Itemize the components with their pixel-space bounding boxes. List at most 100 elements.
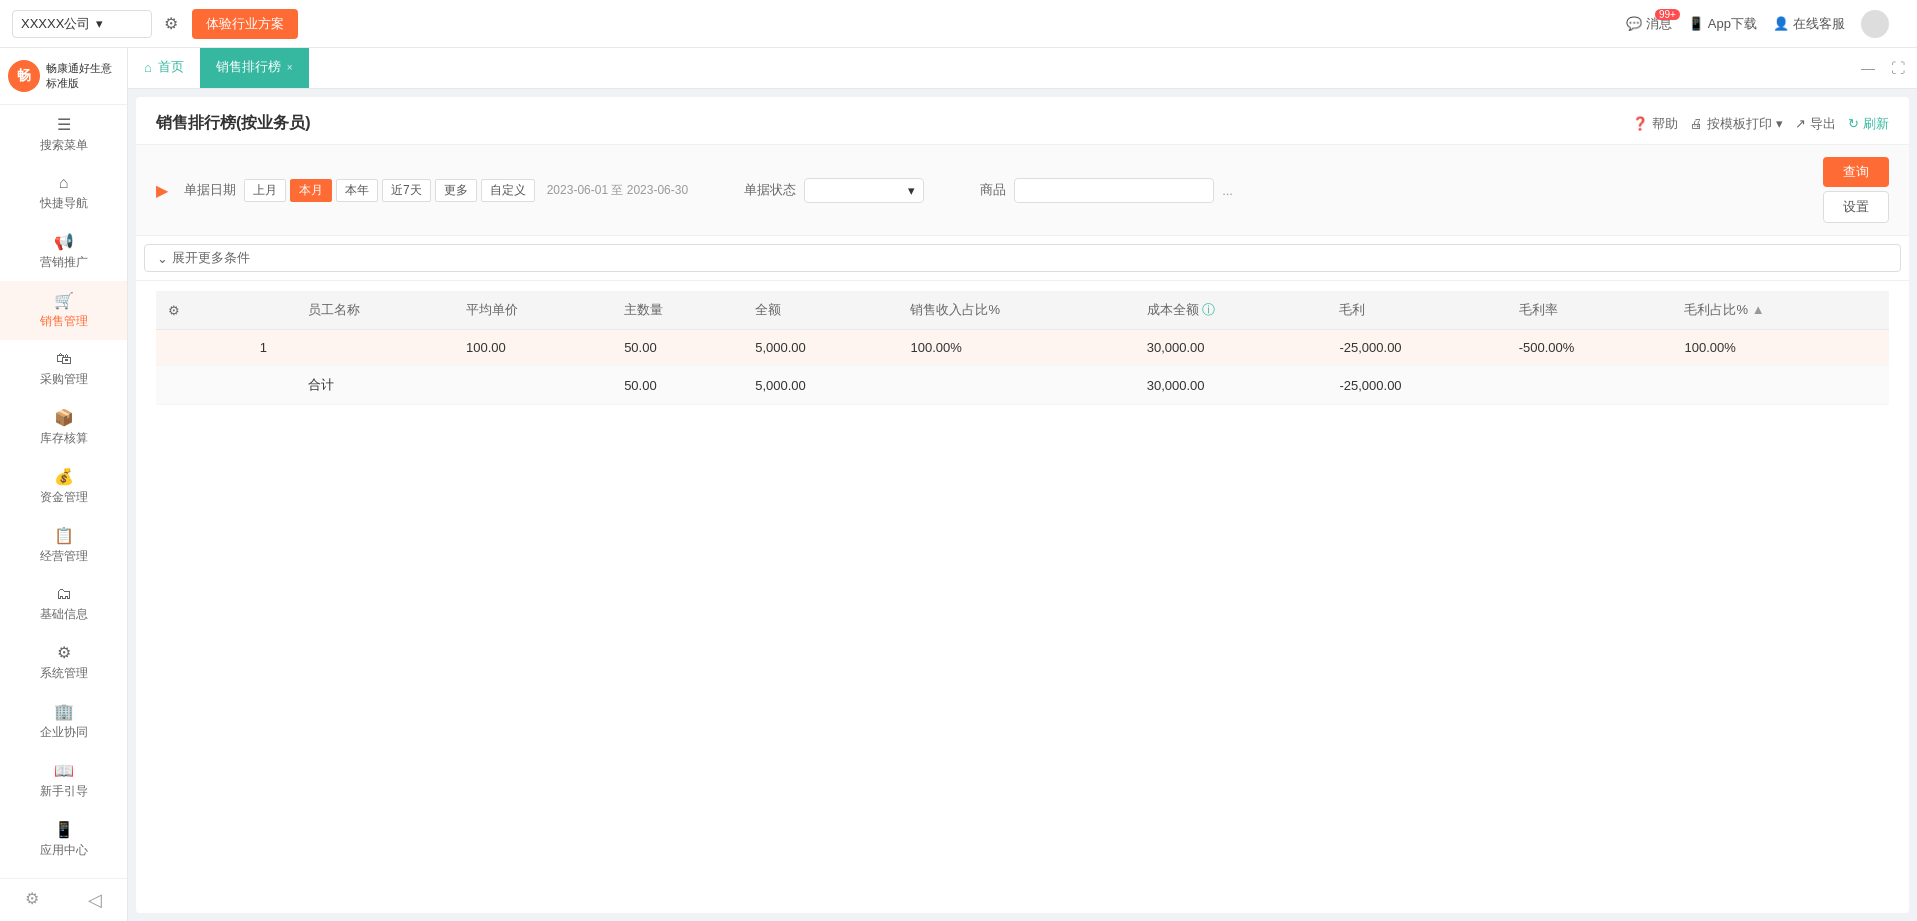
trial-button[interactable]: 体验行业方案	[192, 9, 298, 39]
nav-label-guide: 新手引导	[40, 783, 88, 800]
expand-row: ⌄ 展开更多条件	[136, 236, 1909, 281]
footer-quantity: 50.00	[612, 366, 743, 405]
service-icon: 👤	[1773, 16, 1789, 31]
cost-info-icon[interactable]: ⓘ	[1202, 302, 1215, 317]
collapse-icon[interactable]: ◁	[88, 889, 102, 911]
app-label: App下载	[1708, 15, 1757, 33]
sidebar-item-guide[interactable]: 📖 新手引导	[0, 751, 127, 810]
sidebar-item-wechat[interactable]: 💬 企业微信	[0, 869, 127, 878]
col-avg-price: 平均单价	[454, 291, 612, 330]
avatar[interactable]	[1861, 10, 1889, 38]
footer-cost: 30,000.00	[1135, 366, 1328, 405]
sidebar-item-basics[interactable]: 🗂 基础信息	[0, 575, 127, 633]
cell-cost-0: 30,000.00	[1135, 330, 1328, 366]
logo-area: 畅 畅康通好生意 标准版	[0, 48, 127, 105]
nav-icon-apps: 📱	[54, 820, 74, 839]
tab-minimize-icon[interactable]: —	[1857, 56, 1879, 80]
refresh-button[interactable]: ↻ 刷新	[1848, 115, 1889, 133]
tab-close-icon[interactable]: ×	[287, 62, 293, 73]
cell-profit-rate-0: -500.00%	[1507, 330, 1673, 366]
expand-button[interactable]: ⌄ 展开更多条件	[144, 244, 1901, 272]
tab-sales-rank-label: 销售排行榜	[216, 58, 281, 76]
print-button[interactable]: 🖨 按模板打印 ▾	[1690, 115, 1783, 133]
online-service-button[interactable]: 👤 在线客服	[1773, 15, 1845, 33]
tab-maximize-icon[interactable]: ⛶	[1887, 56, 1909, 80]
nav-icon-operations: 📋	[54, 526, 74, 545]
sidebar-item-sales[interactable]: 🛒 销售管理	[0, 281, 127, 340]
sidebar-item-finance[interactable]: 💰 资金管理	[0, 457, 127, 516]
date-btn-自定义[interactable]: 自定义	[481, 179, 535, 202]
goods-label: 商品	[980, 181, 1006, 199]
tab-sales-rank[interactable]: 销售排行榜 ×	[200, 48, 309, 88]
sidebar-item-purchase[interactable]: 🛍 采购管理	[0, 340, 127, 398]
col-name: 员工名称	[296, 291, 454, 330]
logo-icon: 畅	[8, 60, 40, 92]
footer-settings	[156, 366, 231, 405]
sidebar-item-quick-nav[interactable]: ⌂ 快捷导航	[0, 164, 127, 222]
app-download-button[interactable]: 📱 App下载	[1688, 15, 1757, 33]
sidebar-bottom: ⚙ ◁	[0, 878, 127, 921]
settings-button[interactable]: 设置	[1823, 191, 1889, 223]
app-icon: 📱	[1688, 16, 1704, 31]
home-icon: ⌂	[144, 60, 152, 75]
cell-rank-0: 1	[231, 330, 296, 366]
status-select[interactable]: ▾	[804, 178, 924, 203]
sidebar-item-marketing[interactable]: 📢 营销推广	[0, 222, 127, 281]
nav-label-operations: 经营管理	[40, 548, 88, 565]
tab-actions: — ⛶	[1857, 56, 1917, 80]
nav-label-sales: 销售管理	[40, 313, 88, 330]
chevron-down-icon: ▾	[96, 16, 103, 31]
sidebar-item-search[interactable]: ☰ 搜索菜单	[0, 105, 127, 164]
table-body: 1 100.00 50.00 5,000.00 100.00% 30,000.0…	[156, 330, 1889, 366]
date-btn-上月[interactable]: 上月	[244, 179, 286, 202]
filter-expand-icon[interactable]: ▶	[156, 181, 168, 200]
nav-icon-sales: 🛒	[54, 291, 74, 310]
help-icon: ❓	[1632, 116, 1648, 131]
footer-sales-pct	[898, 366, 1134, 405]
footer-avg-price	[454, 366, 612, 405]
tab-home[interactable]: ⌂ 首页	[128, 48, 200, 88]
settings-bottom-icon[interactable]: ⚙	[25, 889, 39, 911]
more-icon[interactable]: ...	[1222, 183, 1233, 198]
col-settings[interactable]: ⚙	[156, 291, 231, 330]
goods-input[interactable]	[1014, 178, 1214, 203]
help-button[interactable]: ❓ 帮助	[1632, 115, 1678, 133]
date-btn-本年[interactable]: 本年	[336, 179, 378, 202]
sidebar-item-operations[interactable]: 📋 经营管理	[0, 516, 127, 575]
nav-icon-search: ☰	[57, 115, 71, 134]
col-rank	[231, 291, 296, 330]
footer-label: 合计	[296, 366, 454, 405]
table-footer: 合计 50.00 5,000.00 30,000.00 -25,000.00	[156, 366, 1889, 405]
nav-icon-finance: 💰	[54, 467, 74, 486]
nav-icon-inventory: 📦	[54, 408, 74, 427]
main-area: 畅 畅康通好生意 标准版 ☰ 搜索菜单⌂ 快捷导航📢 营销推广🛒 销售管理🛍 采…	[0, 48, 1917, 921]
nav-icon-purchase: 🛍	[56, 350, 72, 368]
date-btn-本月[interactable]: 本月	[290, 179, 332, 202]
nav-label-search: 搜索菜单	[40, 137, 88, 154]
nav-icon-enterprise: 🏢	[54, 702, 74, 721]
message-button[interactable]: 💬 消息 99+	[1626, 15, 1672, 33]
query-button[interactable]: 查询	[1823, 157, 1889, 187]
status-chevron-icon: ▾	[908, 183, 915, 198]
sidebar-item-system[interactable]: ⚙ 系统管理	[0, 633, 127, 692]
print-icon: 🖨	[1690, 116, 1703, 131]
message-icon: 💬	[1626, 16, 1642, 31]
col-profit: 毛利	[1327, 291, 1506, 330]
col-sales-pct: 销售收入占比%	[898, 291, 1134, 330]
company-selector[interactable]: XXXXX公司 ▾	[12, 10, 152, 38]
col-quantity: 主数量	[612, 291, 743, 330]
date-btn-更多[interactable]: 更多	[435, 179, 477, 202]
refresh-icon: ↻	[1848, 116, 1859, 131]
profit-pct-icon[interactable]: ▲	[1752, 302, 1765, 317]
sidebar-item-enterprise[interactable]: 🏢 企业协同	[0, 692, 127, 751]
settings-icon[interactable]: ⚙	[160, 10, 182, 37]
sidebar-item-inventory[interactable]: 📦 库存核算	[0, 398, 127, 457]
table-header: ⚙ 员工名称 平均单价 主数量 全额 销售收入占比% 成本全额 ⓘ 毛利 毛利率	[156, 291, 1889, 330]
top-bar: XXXXX公司 ▾ ⚙ 体验行业方案 💬 消息 99+ 📱 App下载 👤 在线…	[0, 0, 1917, 48]
date-btn-近7天[interactable]: 近7天	[382, 179, 431, 202]
sidebar-item-apps[interactable]: 📱 应用中心	[0, 810, 127, 869]
col-amount: 全额	[743, 291, 898, 330]
col-cost: 成本全额 ⓘ	[1135, 291, 1328, 330]
export-button[interactable]: ↗ 导出	[1795, 115, 1836, 133]
company-name: XXXXX公司	[21, 15, 90, 33]
